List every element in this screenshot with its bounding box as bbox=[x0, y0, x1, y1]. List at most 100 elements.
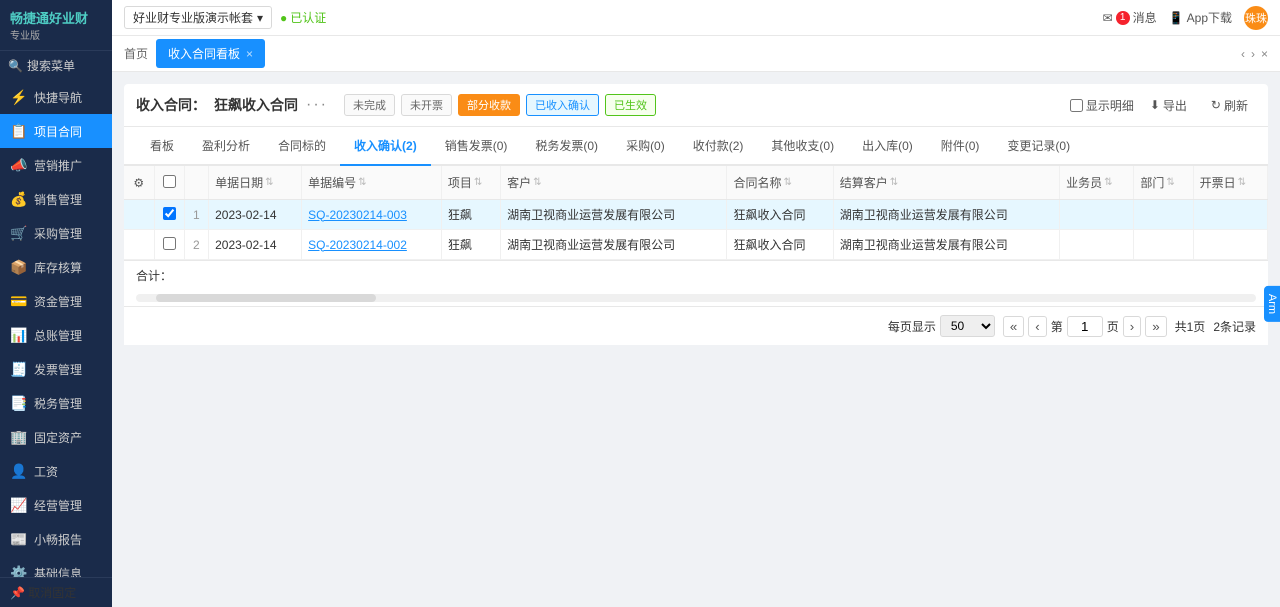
col-customer[interactable]: 客户 ⇅ bbox=[501, 166, 727, 200]
more-options-button[interactable]: ··· bbox=[306, 96, 328, 114]
tab-purchase[interactable]: 采购(0) bbox=[612, 127, 679, 166]
col-settings[interactable]: ⚙ bbox=[124, 166, 154, 200]
current-page-input[interactable] bbox=[1067, 316, 1103, 337]
mini-report-icon: 📰 bbox=[10, 530, 28, 548]
last-page-button[interactable]: » bbox=[1145, 316, 1166, 337]
row-index: 1 bbox=[184, 200, 209, 230]
status-tags: 未完成 未开票 部分收款 已收入确认 已生效 bbox=[344, 94, 656, 116]
status-tag-active[interactable]: 已生效 bbox=[605, 94, 656, 116]
user-avatar-button[interactable]: 珠珠 bbox=[1244, 6, 1268, 30]
sidebar-item-inventory[interactable]: 📦 库存核算 bbox=[0, 250, 112, 284]
message-label: 消息 bbox=[1133, 9, 1157, 26]
bill-no-link[interactable]: SQ-20230214-003 bbox=[308, 208, 407, 222]
col-salesperson[interactable]: 业务员 ⇅ bbox=[1060, 166, 1134, 200]
col-department[interactable]: 部门 ⇅ bbox=[1134, 166, 1193, 200]
sidebar-item-quick-nav[interactable]: ⚡ 快捷导航 bbox=[0, 80, 112, 114]
tab-profit[interactable]: 盈利分析 bbox=[188, 127, 264, 166]
table-row[interactable]: 2 2023-02-14 SQ-20230214-002 狂飙 湖南卫视商业运营… bbox=[124, 230, 1268, 260]
total-records: 2条记录 bbox=[1213, 318, 1256, 335]
sidebar-nav-list: 📋 项目合同 📣 营销推广 💰 销售管理 🛒 采购管理 📦 库存核算 💳 资金管… bbox=[0, 114, 112, 577]
status-tag-partial[interactable]: 部分收款 bbox=[458, 94, 520, 116]
refresh-icon: ↻ bbox=[1211, 98, 1221, 112]
sidebar-bottom-pin[interactable]: 📌 取消固定 bbox=[0, 577, 112, 607]
cell-project: 狂飙 bbox=[441, 230, 500, 260]
tab-inout-warehouse[interactable]: 出入库(0) bbox=[848, 127, 927, 166]
sort-department-icon: ⇅ bbox=[1166, 177, 1174, 188]
bill-no-link[interactable]: SQ-20230214-002 bbox=[308, 238, 407, 252]
row-checkbox-cell[interactable] bbox=[154, 230, 184, 260]
marketing-icon: 📣 bbox=[10, 156, 28, 174]
table-row[interactable]: 1 2023-02-14 SQ-20230214-003 狂飙 湖南卫视商业运营… bbox=[124, 200, 1268, 230]
message-button[interactable]: ✉ 1 消息 bbox=[1103, 9, 1157, 26]
sidebar-item-label: 经营管理 bbox=[34, 497, 82, 514]
col-contract-name[interactable]: 合同名称 ⇅ bbox=[727, 166, 833, 200]
download-icon: 📱 bbox=[1169, 11, 1184, 25]
tab-contract-std[interactable]: 合同标的 bbox=[264, 127, 340, 166]
cell-bill-date-end bbox=[1193, 230, 1267, 260]
cell-bill-date: 2023-02-14 bbox=[209, 230, 302, 260]
export-button[interactable]: ⬇ 导出 bbox=[1142, 95, 1195, 116]
tab-sales-invoice[interactable]: 销售发票(0) bbox=[431, 127, 522, 166]
refresh-button[interactable]: ↻ 刷新 bbox=[1203, 95, 1256, 116]
page-size-selector: 每页显示 20 50 100 bbox=[888, 315, 995, 337]
row-checkbox[interactable] bbox=[163, 207, 176, 220]
sidebar-item-funds[interactable]: 💳 资金管理 bbox=[0, 284, 112, 318]
tab-close-icon[interactable]: × bbox=[246, 47, 253, 61]
home-breadcrumb[interactable]: 首页 bbox=[124, 45, 148, 62]
col-bill-date[interactable]: 单据日期 ⇅ bbox=[209, 166, 302, 200]
sidebar-item-tax[interactable]: 📑 税务管理 bbox=[0, 386, 112, 420]
col-project[interactable]: 项目 ⇅ bbox=[441, 166, 500, 200]
sidebar-item-project-contract[interactable]: 📋 项目合同 bbox=[0, 114, 112, 148]
sidebar-item-labor[interactable]: 👤 工资 bbox=[0, 454, 112, 488]
col-bill-date-end[interactable]: 开票日 ⇅ bbox=[1193, 166, 1267, 200]
sidebar-item-fixed-assets[interactable]: 🏢 固定资产 bbox=[0, 420, 112, 454]
row-checkbox-cell[interactable] bbox=[154, 200, 184, 230]
bottom-pin-label: 取消固定 bbox=[28, 586, 76, 600]
prev-page-button[interactable]: ‹ bbox=[1028, 316, 1046, 337]
cell-customer: 湖南卫视商业运营发展有限公司 bbox=[501, 200, 727, 230]
sidebar-item-marketing[interactable]: 📣 营销推广 bbox=[0, 148, 112, 182]
cell-salesperson bbox=[1060, 200, 1134, 230]
first-page-button[interactable]: « bbox=[1003, 316, 1024, 337]
tab-change-log[interactable]: 变更记录(0) bbox=[993, 127, 1084, 166]
right-float-panel[interactable]: Arm bbox=[1264, 285, 1280, 321]
cell-customer: 湖南卫视商业运营发展有限公司 bbox=[501, 230, 727, 260]
sidebar-item-basic-info[interactable]: ⚙️ 基础信息 bbox=[0, 556, 112, 577]
tab-nav-next[interactable]: › bbox=[1251, 47, 1255, 61]
page-size-select[interactable]: 20 50 100 bbox=[940, 315, 995, 337]
table-footer: 合计： bbox=[124, 260, 1268, 290]
show-detail-checkbox[interactable] bbox=[1070, 99, 1083, 112]
status-tag-not-billed[interactable]: 未开票 bbox=[401, 94, 452, 116]
status-tag-not-done[interactable]: 未完成 bbox=[344, 94, 395, 116]
cell-bill-no[interactable]: SQ-20230214-003 bbox=[302, 200, 442, 230]
sidebar-item-mini-report[interactable]: 📰 小畅报告 bbox=[0, 522, 112, 556]
sidebar-item-operations[interactable]: 📈 经营管理 bbox=[0, 488, 112, 522]
app-download-button[interactable]: 📱 App下载 bbox=[1169, 9, 1232, 26]
company-selector[interactable]: 好业财专业版演示帐套 ▾ bbox=[124, 6, 272, 29]
next-page-button[interactable]: › bbox=[1123, 316, 1141, 337]
cell-bill-no[interactable]: SQ-20230214-002 bbox=[302, 230, 442, 260]
sidebar-item-invoice[interactable]: 🧾 发票管理 bbox=[0, 352, 112, 386]
tab-payment[interactable]: 收付款(2) bbox=[679, 127, 758, 166]
select-all-checkbox[interactable] bbox=[163, 175, 176, 188]
row-checkbox[interactable] bbox=[163, 237, 176, 250]
basic-info-icon: ⚙️ bbox=[10, 564, 28, 577]
sort-result-customer-icon: ⇅ bbox=[890, 177, 898, 188]
tab-tax-invoice[interactable]: 税务发票(0) bbox=[521, 127, 612, 166]
sidebar-item-sales[interactable]: 💰 销售管理 bbox=[0, 182, 112, 216]
horizontal-scrollbar[interactable] bbox=[136, 294, 1256, 302]
sidebar-item-general-ledger[interactable]: 📊 总账管理 bbox=[0, 318, 112, 352]
col-result-customer[interactable]: 结算客户 ⇅ bbox=[833, 166, 1059, 200]
tab-kanban[interactable]: 看板 bbox=[136, 127, 188, 166]
show-detail-checkbox-label[interactable]: 显示明细 bbox=[1070, 95, 1134, 116]
tab-income-confirm[interactable]: 收入确认(2) bbox=[340, 127, 431, 166]
active-tab[interactable]: 收入合同看板 × bbox=[156, 39, 265, 68]
sidebar-item-purchase[interactable]: 🛒 采购管理 bbox=[0, 216, 112, 250]
status-tag-confirmed[interactable]: 已收入确认 bbox=[526, 94, 599, 116]
tab-nav-close[interactable]: × bbox=[1261, 47, 1268, 61]
col-bill-no[interactable]: 单据编号 ⇅ bbox=[302, 166, 442, 200]
tab-other-income[interactable]: 其他收支(0) bbox=[757, 127, 848, 166]
tab-nav-prev[interactable]: ‹ bbox=[1241, 47, 1245, 61]
sidebar-search[interactable]: 🔍 搜索菜单 bbox=[0, 51, 112, 80]
tab-attachments[interactable]: 附件(0) bbox=[927, 127, 994, 166]
